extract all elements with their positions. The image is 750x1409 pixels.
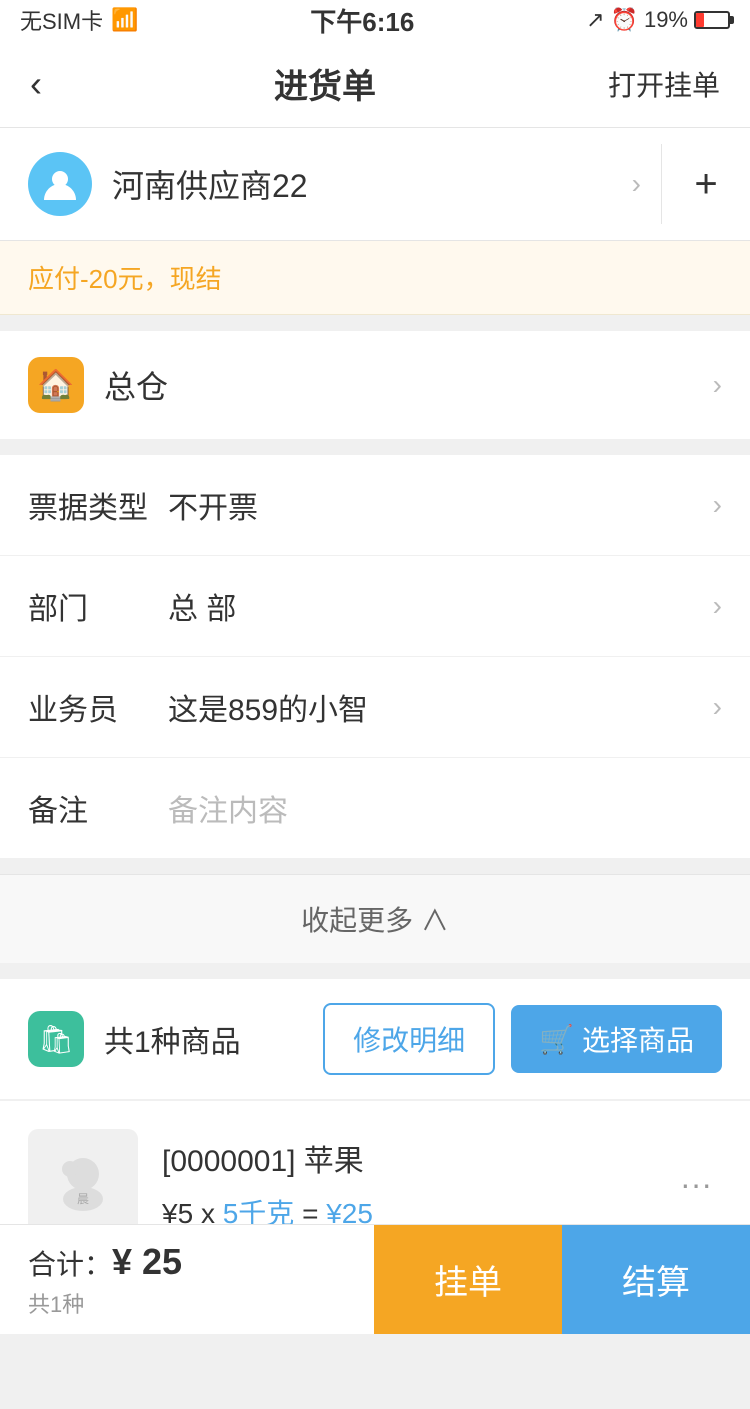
total-amount: ¥ 25 [112,1241,182,1283]
warehouse-name: 总仓 [104,362,713,408]
collapse-bar[interactable]: 收起更多 ∧ [0,874,750,963]
products-icon-wrap: 🛍 [28,1011,84,1067]
remark-row[interactable]: 备注 备注内容 [0,758,750,858]
supplier-avatar [28,152,92,216]
checkout-label: 结算 [622,1255,690,1304]
back-button[interactable]: ‹ [30,63,42,105]
total-section: 合计： ¥ 25 共1种 [0,1225,374,1334]
status-bar: 无SIM卡 📶 下午6:16 ↗ ⏰ 19% [0,0,750,40]
supplier-name: 河南供应商22 [112,161,632,207]
department-row[interactable]: 部门 总 部 › [0,556,750,657]
carrier-label: 无SIM卡 [20,4,103,36]
supplier-chevron-icon: › [632,168,641,200]
products-header: 🛍 共1种商品 修改明细 🛒 选择商品 [0,979,750,1099]
select-product-button[interactable]: 🛒 选择商品 [511,1005,722,1073]
open-suspend-button[interactable]: 打开挂单 [608,64,720,104]
notice-text: 应付-20元，现结 [28,264,222,294]
warehouse-section: 🏠 总仓 › [0,331,750,439]
department-chevron-icon: › [713,590,722,622]
department-label: 部门 [28,584,168,628]
alarm-icon: ⏰ [611,7,638,33]
select-product-icon: 🛒 [539,1023,574,1056]
remark-label: 备注 [28,786,168,830]
products-icon: 🛍 [38,1023,74,1056]
salesperson-label: 业务员 [28,685,168,729]
invoice-type-row[interactable]: 票据类型 不开票 › [0,455,750,556]
invoice-type-label: 票据类型 [28,483,168,527]
select-product-label: 选择商品 [582,1019,694,1059]
department-value: 总 部 [168,584,713,628]
status-time: 下午6:16 [310,2,414,39]
checkout-button[interactable]: 结算 [562,1225,750,1334]
total-count: 共1种 [28,1287,346,1319]
product-more-button[interactable]: ··· [670,1156,722,1213]
battery-icon [694,11,730,29]
supplier-section: 河南供应商22 › + [0,128,750,241]
modify-detail-button[interactable]: 修改明细 [323,1003,495,1075]
total-label: 合计： [28,1243,112,1283]
supplier-row[interactable]: 河南供应商22 › [0,128,661,240]
product-thumbnail: 晨 [28,1129,138,1239]
salesperson-value: 这是859的小智 [168,685,713,729]
suspend-button[interactable]: 挂单 [374,1225,562,1334]
salesperson-row[interactable]: 业务员 这是859的小智 › [0,657,750,758]
products-count: 共1种商品 [104,1017,323,1061]
collapse-label: 收起更多 ∧ [301,899,449,939]
location-icon: ↗ [586,7,604,33]
wifi-icon: 📶 [111,7,138,33]
warehouse-row[interactable]: 🏠 总仓 › [0,331,750,439]
warehouse-icon: 🏠 [37,368,74,403]
nav-bar: ‹ 进货单 打开挂单 [0,40,750,128]
warehouse-icon-wrap: 🏠 [28,357,84,413]
warehouse-chevron-icon: › [713,369,722,401]
product-name: [0000001] 苹果 [162,1136,670,1180]
notice-bar: 应付-20元，现结 [0,241,750,315]
add-supplier-button[interactable]: + [662,128,750,240]
bottom-bar: 合计： ¥ 25 共1种 挂单 结算 [0,1224,750,1334]
salesperson-chevron-icon: › [713,691,722,723]
product-info: [0000001] 苹果 ¥5 x 5千克 = ¥25 [162,1136,670,1232]
suspend-label: 挂单 [434,1255,502,1304]
form-section: 票据类型 不开票 › 部门 总 部 › 业务员 这是859的小智 › 备注 备注… [0,455,750,858]
status-bar-right: ↗ ⏰ 19% [586,7,730,33]
remark-value: 备注内容 [168,786,722,830]
invoice-type-value: 不开票 [168,483,713,527]
status-bar-left: 无SIM卡 📶 [20,4,139,36]
battery-percent: 19% [644,7,688,33]
page-title: 进货单 [274,59,376,108]
invoice-type-chevron-icon: › [713,489,722,521]
content-area: 河南供应商22 › + 应付-20元，现结 🏠 总仓 › 票据类型 不开票 › … [0,128,750,1409]
svg-text:晨: 晨 [77,1192,89,1206]
